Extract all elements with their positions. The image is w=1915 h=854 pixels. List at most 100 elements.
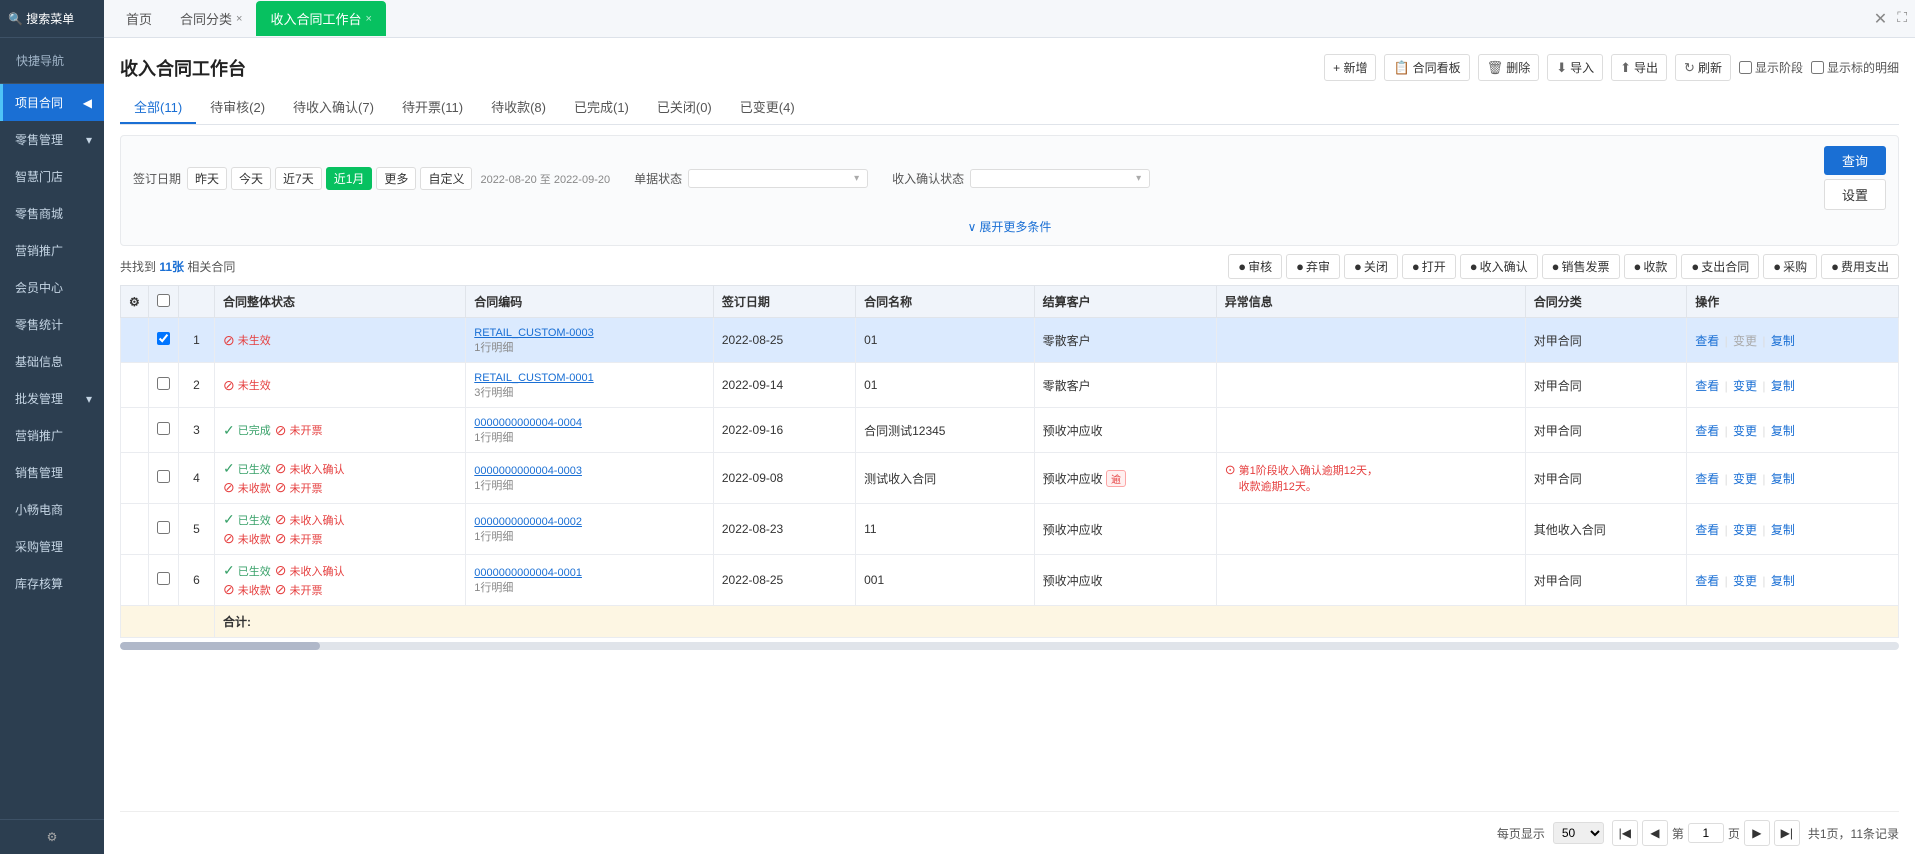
copy-btn[interactable]: 复制 xyxy=(1771,523,1795,537)
row-checkbox[interactable] xyxy=(157,422,170,435)
expand-conditions-btn[interactable]: ∨ 展开更多条件 xyxy=(968,218,1052,235)
sidebar-quick-nav[interactable]: 快捷导航 xyxy=(0,38,104,84)
sidebar-item-smart-store[interactable]: 智慧门店 xyxy=(0,158,104,195)
horizontal-scrollbar[interactable] xyxy=(120,642,1899,650)
sidebar-item-mkt-promo[interactable]: 营销推广 xyxy=(0,417,104,454)
payment-button[interactable]: ●收款 xyxy=(1624,254,1678,279)
sidebar-settings[interactable]: ⚙ xyxy=(0,819,104,854)
edit-btn[interactable]: 变更 xyxy=(1733,523,1757,537)
refresh-button[interactable]: ↻ 刷新 xyxy=(1675,54,1731,81)
filter-tab-closed[interactable]: 已关闭(0) xyxy=(643,91,726,124)
copy-btn[interactable]: 复制 xyxy=(1771,424,1795,438)
prev-page-btn[interactable]: ◀ xyxy=(1642,820,1668,846)
tab-home[interactable]: 首页 xyxy=(112,1,166,36)
view-btn[interactable]: 查看 xyxy=(1695,472,1719,486)
query-button[interactable]: 查询 xyxy=(1824,146,1886,175)
sidebar-item-retail-mgmt[interactable]: 零售管理 ▾ xyxy=(0,121,104,158)
set-button[interactable]: 设置 xyxy=(1824,179,1886,210)
sidebar-search[interactable]: 🔍 搜索菜单 xyxy=(0,0,104,38)
tab-income-workbench-close[interactable]: × xyxy=(365,13,371,25)
select-all-checkbox[interactable] xyxy=(157,294,170,307)
contract-board-button[interactable]: 📋 合同看板 xyxy=(1384,54,1469,81)
sidebar-item-project[interactable]: 项目合同 ◀ xyxy=(0,84,104,121)
sidebar-item-xiaochang[interactable]: 小畅电商 xyxy=(0,491,104,528)
tab-contract-cat[interactable]: 合同分类 × xyxy=(166,1,256,36)
filter-tab-pending-income[interactable]: 待收入确认(7) xyxy=(279,91,388,124)
first-page-btn[interactable]: |◀ xyxy=(1612,820,1638,846)
filter-tab-pending-review[interactable]: 待审核(2) xyxy=(196,91,279,124)
edit-btn[interactable]: 变更 xyxy=(1733,379,1757,393)
contract-code-link[interactable]: RETAIL_CUSTOM-0003 xyxy=(474,327,593,339)
copy-btn[interactable]: 复制 xyxy=(1771,379,1795,393)
sidebar-item-wholesale[interactable]: 批发管理 ▾ xyxy=(0,380,104,417)
sidebar-item-retail-mall[interactable]: 零售商城 xyxy=(0,195,104,232)
sidebar-item-inventory[interactable]: 库存核算 xyxy=(0,565,104,602)
import-button[interactable]: ⬇ 导入 xyxy=(1547,54,1603,81)
show-stages-checkbox[interactable]: 显示阶段 xyxy=(1739,59,1803,76)
next-page-btn[interactable]: ▶ xyxy=(1744,820,1770,846)
new-button[interactable]: + 新增 xyxy=(1324,54,1376,81)
page-size-select[interactable]: 50 100 xyxy=(1553,822,1604,844)
window-maximize-btn[interactable]: ⛶ xyxy=(1897,9,1907,29)
page-input[interactable] xyxy=(1688,823,1724,843)
row-checkbox[interactable] xyxy=(157,521,170,534)
sidebar-item-retail-stat[interactable]: 零售统计 xyxy=(0,306,104,343)
th-settings[interactable]: ⚙ xyxy=(121,286,149,318)
filter-tab-completed[interactable]: 已完成(1) xyxy=(560,91,643,124)
edit-btn[interactable]: 变更 xyxy=(1733,424,1757,438)
income-confirm-button[interactable]: ●收入确认 xyxy=(1460,254,1538,279)
show-details-checkbox[interactable]: 显示标的明细 xyxy=(1811,59,1899,76)
date-btn-today[interactable]: 今天 xyxy=(231,167,271,190)
open-button[interactable]: ●打开 xyxy=(1402,254,1456,279)
date-btn-custom[interactable]: 自定义 xyxy=(420,167,472,190)
copy-btn[interactable]: 复制 xyxy=(1771,472,1795,486)
table-wrapper[interactable]: ⚙ 合同整体状态 合同编码 签订日期 合同名称 结算客户 异常信息 合同分类 操… xyxy=(120,285,1899,807)
close-button[interactable]: ●关闭 xyxy=(1344,254,1398,279)
view-btn[interactable]: 查看 xyxy=(1695,379,1719,393)
sales-invoice-button[interactable]: ●销售发票 xyxy=(1542,254,1620,279)
edit-btn[interactable]: 变更 xyxy=(1733,574,1757,588)
contract-code-link[interactable]: 0000000000004-0001 xyxy=(474,567,582,579)
copy-btn[interactable]: 复制 xyxy=(1771,574,1795,588)
filter-tab-all[interactable]: 全部(11) xyxy=(120,91,196,124)
income-confirm-select[interactable]: ▾ xyxy=(970,169,1150,188)
copy-btn[interactable]: 复制 xyxy=(1771,334,1795,348)
delete-button[interactable]: 🗑 删除 xyxy=(1478,54,1540,81)
sidebar-item-marketing[interactable]: 营销推广 xyxy=(0,232,104,269)
date-btn-7days[interactable]: 近7天 xyxy=(275,167,322,190)
window-close-btn[interactable]: ✕ xyxy=(1874,9,1887,29)
contract-code-link[interactable]: 0000000000004-0003 xyxy=(474,465,582,477)
purchase-button[interactable]: ●采购 xyxy=(1763,254,1817,279)
export-button[interactable]: ⬆ 导出 xyxy=(1611,54,1667,81)
view-btn[interactable]: 查看 xyxy=(1695,334,1719,348)
edit-btn[interactable]: 变更 xyxy=(1733,334,1757,348)
sidebar-item-sales-mgmt[interactable]: 销售管理 xyxy=(0,454,104,491)
date-btn-1month[interactable]: 近1月 xyxy=(326,167,373,190)
last-page-btn[interactable]: ▶| xyxy=(1774,820,1800,846)
row-checkbox[interactable] xyxy=(157,572,170,585)
contract-code-link[interactable]: 0000000000004-0004 xyxy=(474,417,582,429)
view-btn[interactable]: 查看 xyxy=(1695,424,1719,438)
edit-btn[interactable]: 变更 xyxy=(1733,472,1757,486)
tab-contract-cat-close[interactable]: × xyxy=(236,13,242,25)
audit-button[interactable]: ●审核 xyxy=(1228,254,1282,279)
date-btn-yesterday[interactable]: 昨天 xyxy=(187,167,227,190)
doc-status-select[interactable]: ▾ xyxy=(688,169,868,188)
contract-code-link[interactable]: 0000000000004-0002 xyxy=(474,516,582,528)
abandon-audit-button[interactable]: ●弃审 xyxy=(1286,254,1340,279)
view-btn[interactable]: 查看 xyxy=(1695,523,1719,537)
filter-tab-pending-invoice[interactable]: 待开票(11) xyxy=(388,91,477,124)
view-btn[interactable]: 查看 xyxy=(1695,574,1719,588)
row-checkbox[interactable] xyxy=(157,470,170,483)
sidebar-item-purchase[interactable]: 采购管理 xyxy=(0,528,104,565)
row-checkbox[interactable] xyxy=(157,332,170,345)
row-checkbox[interactable] xyxy=(157,377,170,390)
sidebar-item-member[interactable]: 会员中心 xyxy=(0,269,104,306)
date-btn-more[interactable]: 更多 xyxy=(376,167,416,190)
fee-expense-button[interactable]: ●费用支出 xyxy=(1821,254,1899,279)
sidebar-item-basic-info[interactable]: 基础信息 xyxy=(0,343,104,380)
contract-code-link[interactable]: RETAIL_CUSTOM-0001 xyxy=(474,372,593,384)
filter-tab-pending-payment[interactable]: 待收款(8) xyxy=(477,91,560,124)
filter-tab-changed[interactable]: 已变更(4) xyxy=(726,91,809,124)
expense-contract-button[interactable]: ●支出合同 xyxy=(1681,254,1759,279)
